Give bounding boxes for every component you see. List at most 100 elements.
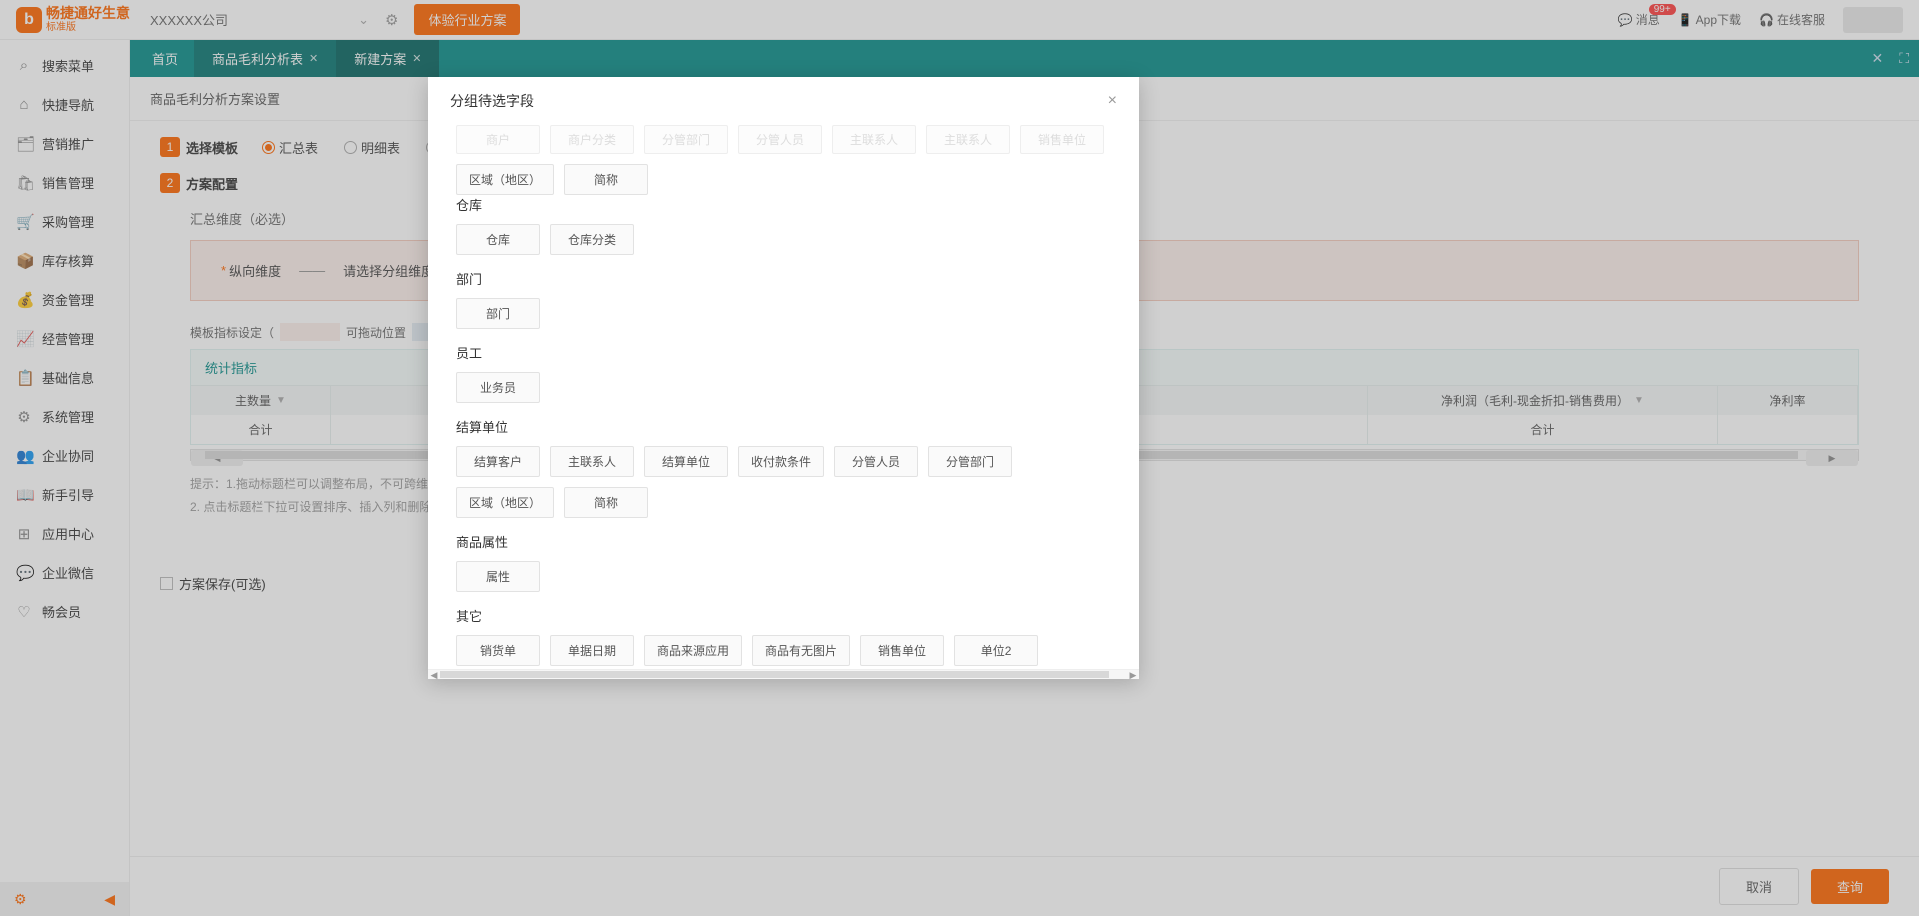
close-all-icon[interactable]: ✕ <box>1871 50 1883 67</box>
field-chip[interactable]: 仓库分类 <box>550 224 634 255</box>
sidebar-icon: 💰 <box>16 291 32 309</box>
fullscreen-icon[interactable]: ⛶ <box>1899 50 1909 67</box>
field-chip[interactable]: 结算单位 <box>644 446 728 477</box>
field-chip[interactable]: 简称 <box>564 164 648 195</box>
phone-icon: 📱 <box>1678 13 1693 27</box>
sidebar-item-label: 应用中心 <box>42 524 94 543</box>
field-chip-cut[interactable]: 分管部门 <box>644 125 728 154</box>
field-chip[interactable]: 区域（地区） <box>456 164 554 195</box>
sidebar-item[interactable]: ⌂ 快捷导航 <box>0 85 129 124</box>
sidebar-footer: ⚙ ◀ <box>0 882 129 916</box>
logo-text: 畅捷通好生意 <box>46 6 130 21</box>
query-button[interactable]: 查询 <box>1811 869 1889 904</box>
tab-new-plan[interactable]: 新建方案 ✕ <box>336 40 439 77</box>
gear-icon[interactable]: ⚙ <box>14 891 27 908</box>
tab-report[interactable]: 商品毛利分析表 ✕ <box>194 40 336 77</box>
company-select[interactable]: XXXXXX公司 ⌄ <box>150 10 375 29</box>
sidebar-item-label: 畅会员 <box>42 602 81 621</box>
field-chip-cut[interactable]: 主联系人 <box>926 125 1010 154</box>
app-download-label: App下载 <box>1696 11 1741 28</box>
swatch-draggable <box>280 323 340 341</box>
col-qty[interactable]: 主数量▼ <box>191 386 331 415</box>
sidebar-item[interactable]: ⊞应用中心 <box>0 514 129 553</box>
sidebar-item[interactable]: 📖新手引导 <box>0 475 129 514</box>
field-chip[interactable]: 单据日期 <box>550 635 634 666</box>
radio-summary[interactable]: 汇总表 <box>262 138 318 157</box>
field-chip[interactable]: 主联系人 <box>550 446 634 477</box>
sidebar-item-label: 基础信息 <box>42 368 94 387</box>
field-chip[interactable]: 销货单 <box>456 635 540 666</box>
gear-icon[interactable]: ⚙ <box>385 11 398 29</box>
sidebar-item[interactable]: 📈经营管理 <box>0 319 129 358</box>
dash: —— <box>299 263 325 278</box>
sidebar-item-label: 经营管理 <box>42 329 94 348</box>
cancel-button[interactable]: 取消 <box>1719 868 1799 905</box>
scroll-right-icon[interactable]: ▶ <box>1806 450 1858 466</box>
support-label: 在线客服 <box>1777 11 1825 28</box>
field-chip[interactable]: 分管部门 <box>928 446 1012 477</box>
app-download-link[interactable]: 📱 App下载 <box>1678 11 1741 28</box>
sidebar-item[interactable]: 🛍销售管理 <box>0 163 129 202</box>
field-chip-cut[interactable]: 销售单位 <box>1020 125 1104 154</box>
field-chip[interactable]: 商品有无图片 <box>752 635 850 666</box>
modal-title: 分组待选字段 <box>450 91 534 111</box>
sidebar-item[interactable]: 👥企业协同 <box>0 436 129 475</box>
sidebar-icon: ♡ <box>16 603 32 621</box>
sidebar-item[interactable]: 📋基础信息 <box>0 358 129 397</box>
tab-report-label: 商品毛利分析表 <box>212 49 303 68</box>
step-2-badge: 2 <box>160 173 180 193</box>
sidebar-item[interactable]: 💰资金管理 <box>0 280 129 319</box>
avatar[interactable] <box>1843 7 1903 33</box>
field-group: 仓库仓库仓库分类 <box>456 195 1111 255</box>
collapse-icon[interactable]: ◀ <box>104 891 115 908</box>
support-link[interactable]: 🎧 在线客服 <box>1759 11 1825 28</box>
sidebar-item[interactable]: 🗂营销推广 <box>0 124 129 163</box>
col-rate[interactable]: 净利率 <box>1718 386 1858 415</box>
field-chip[interactable]: 商品来源应用 <box>644 635 742 666</box>
sidebar-item[interactable]: ⌕搜索菜单 <box>0 46 129 85</box>
sidebar-icon: ⌂ <box>16 96 32 113</box>
chevron-down-icon: ▼ <box>276 395 286 406</box>
field-chip[interactable]: 仓库 <box>456 224 540 255</box>
field-chip[interactable]: 分管人员 <box>834 446 918 477</box>
sidebar-item[interactable]: 🛒采购管理 <box>0 202 129 241</box>
field-chip-cut[interactable]: 主联系人 <box>832 125 916 154</box>
field-chip[interactable]: 单位2 <box>954 635 1038 666</box>
close-icon[interactable]: × <box>1108 92 1117 110</box>
field-chip[interactable]: 收付款条件 <box>738 446 824 477</box>
sidebar-item-label: 企业协同 <box>42 446 94 465</box>
scroll-right-icon[interactable]: ▶ <box>1127 670 1139 680</box>
field-group-title: 商品属性 <box>456 532 1111 551</box>
radio-detail[interactable]: 明细表 <box>344 138 400 157</box>
field-chip-cut[interactable]: 分管人员 <box>738 125 822 154</box>
sidebar-item[interactable]: 💬企业微信 <box>0 553 129 592</box>
sidebar-item[interactable]: ⚙系统管理 <box>0 397 129 436</box>
scroll-left-icon[interactable]: ◀ <box>428 670 440 680</box>
field-chip[interactable]: 区域（地区） <box>456 487 554 518</box>
field-chip[interactable]: 属性 <box>456 561 540 592</box>
row-dim-hint[interactable]: 请选择分组维度 <box>343 261 434 280</box>
sidebar-icon: 🗂 <box>16 135 32 153</box>
field-chip[interactable]: 简称 <box>564 487 648 518</box>
messages-link[interactable]: 💬 消息 99+ <box>1618 11 1660 28</box>
field-chip[interactable]: 销售单位 <box>860 635 944 666</box>
field-chip-cut[interactable]: 商户分类 <box>550 125 634 154</box>
sidebar-item[interactable]: ♡ 畅会员 <box>0 592 129 631</box>
modal-h-scrollbar[interactable]: ◀ ▶ <box>428 669 1139 679</box>
modal-body[interactable]: 商户商户分类分管部门分管人员主联系人主联系人销售单位 区域（地区）简称 仓库仓库… <box>428 125 1139 669</box>
field-chip[interactable]: 结算客户 <box>456 446 540 477</box>
close-icon[interactable]: ✕ <box>309 52 318 65</box>
scroll-thumb[interactable] <box>440 671 1109 678</box>
field-chip[interactable]: 业务员 <box>456 372 540 403</box>
sidebar-item-label: 快捷导航 <box>42 95 94 114</box>
field-chip[interactable]: 部门 <box>456 298 540 329</box>
save-checkbox[interactable] <box>160 577 173 590</box>
close-icon[interactable]: ✕ <box>412 52 421 65</box>
field-chip-cut[interactable]: 商户 <box>456 125 540 154</box>
sidebar-item[interactable]: 📦库存核算 <box>0 241 129 280</box>
sidebar-icon: 📖 <box>16 486 32 504</box>
messages-badge: 99+ <box>1649 4 1676 15</box>
col-profit[interactable]: 净利润（毛利-现金折扣-销售费用）▼ <box>1368 386 1718 415</box>
trial-button[interactable]: 体验行业方案 <box>414 4 520 35</box>
tab-home[interactable]: 首页 <box>136 40 194 77</box>
